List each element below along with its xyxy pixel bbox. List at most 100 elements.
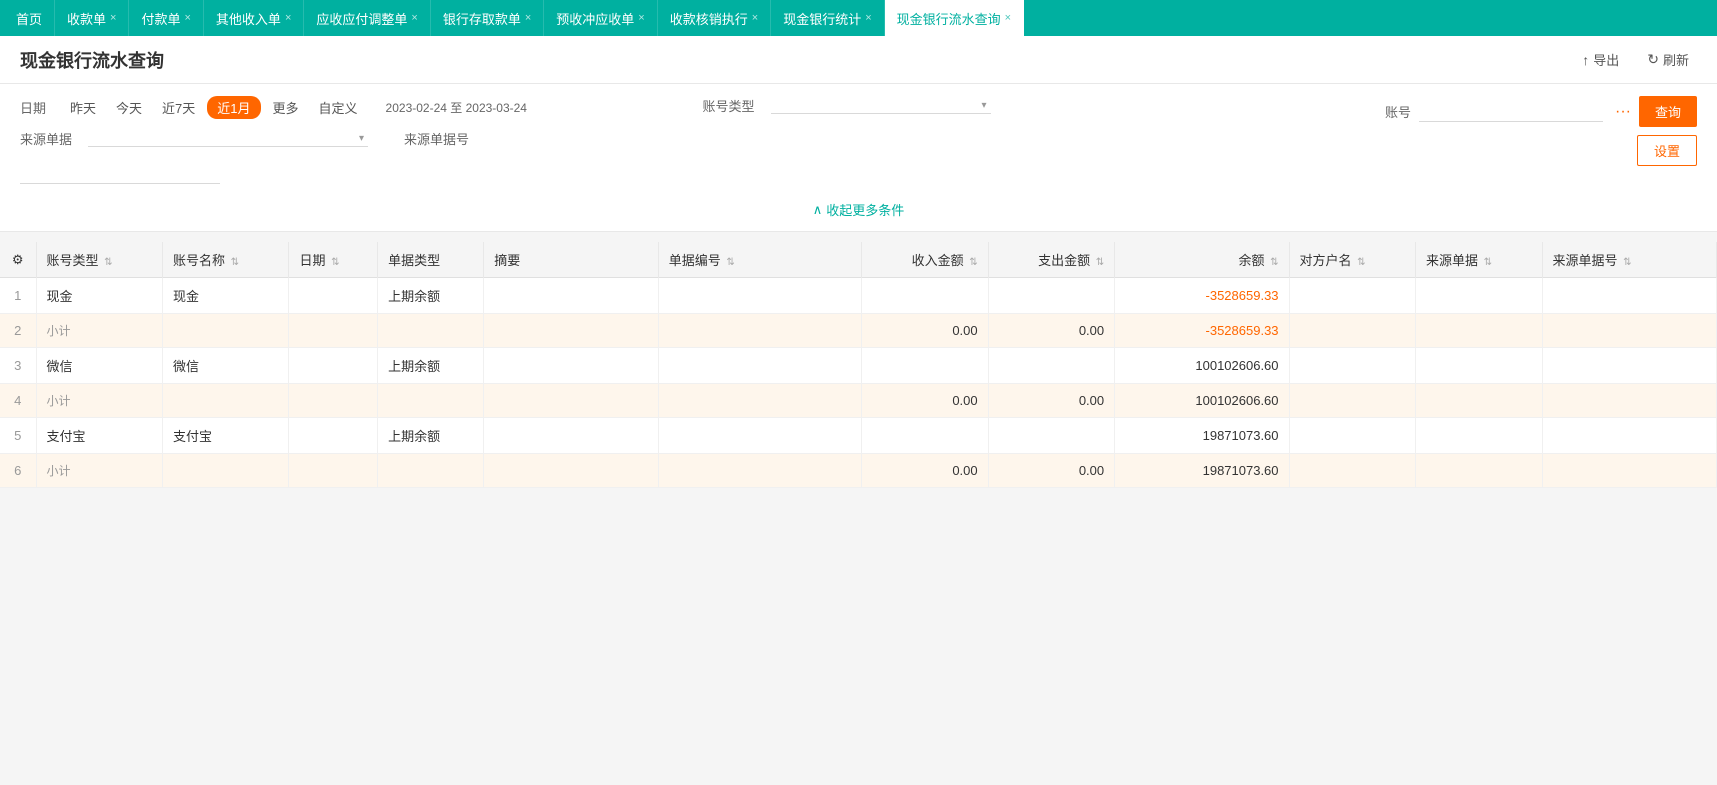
th-income[interactable]: 收入金额 ⇅ [862, 242, 988, 278]
nav-advance-offset[interactable]: 预收冲应收单 × [544, 0, 657, 36]
nav-ar-ap-adjust[interactable]: 应收应付调整单 × [304, 0, 430, 36]
cell-account-name [162, 314, 288, 348]
cell-balance: 19871073.60 [1115, 418, 1289, 454]
nav-cash-bank-flow[interactable]: 现金银行流水查询 × [885, 0, 1024, 36]
cell-date [289, 348, 378, 384]
close-icon[interactable]: × [525, 12, 531, 24]
dots-icon[interactable]: ··· [1615, 103, 1631, 121]
cell-balance: 19871073.60 [1115, 454, 1289, 488]
cell-doc-no [658, 314, 861, 348]
close-icon[interactable]: × [411, 12, 417, 24]
nav-receipt[interactable]: 收款单 × [55, 0, 129, 36]
th-source-doc[interactable]: 来源单据 ⇅ [1416, 242, 1542, 278]
close-icon[interactable]: × [638, 12, 644, 24]
cell-source-doc-no [1542, 278, 1717, 314]
cell-source-doc [1416, 454, 1542, 488]
account-label: 账号 [1385, 102, 1411, 121]
date-opt-1month[interactable]: 近1月 [207, 96, 260, 119]
cell-date [289, 314, 378, 348]
close-icon[interactable]: × [865, 12, 871, 24]
close-icon[interactable]: × [184, 12, 190, 24]
cell-counterpart [1289, 454, 1415, 488]
query-button[interactable]: 查询 [1639, 96, 1697, 127]
th-account-type[interactable]: 账号类型 ⇅ [36, 242, 162, 278]
nav-bank-deposit[interactable]: 银行存取款单 × [431, 0, 544, 36]
cell-doc-no [658, 384, 861, 418]
cell-income: 0.00 [862, 314, 988, 348]
nav-home[interactable]: 首页 [4, 0, 55, 36]
close-icon[interactable]: × [752, 12, 758, 24]
date-opt-today[interactable]: 今天 [108, 96, 150, 119]
table-row[interactable]: 4小计0.000.00100102606.60 [0, 384, 1717, 418]
close-icon[interactable]: × [110, 12, 116, 24]
refresh-button[interactable]: ↻ 刷新 [1639, 46, 1697, 73]
account-input[interactable] [1419, 102, 1603, 122]
source-doc-no-input[interactable] [20, 164, 220, 184]
export-button[interactable]: ↑ 导出 [1574, 46, 1627, 73]
date-opt-custom[interactable]: 自定义 [311, 96, 366, 119]
date-options: 昨天 今天 近7天 近1月 更多 自定义 [62, 96, 366, 119]
table-row[interactable]: 2小计0.000.00-3528659.33 [0, 314, 1717, 348]
th-doc-no[interactable]: 单据编号 ⇅ [658, 242, 861, 278]
th-balance[interactable]: 余额 ⇅ [1115, 242, 1289, 278]
cell-account-name: 现金 [162, 278, 288, 314]
cell-summary [484, 384, 658, 418]
cell-balance: -3528659.33 [1115, 278, 1289, 314]
sort-icon: ⇅ [231, 257, 239, 268]
cell-doc-type: 上期余额 [378, 348, 484, 384]
th-gear[interactable]: ⚙ [0, 242, 36, 278]
cell-doc-no [658, 278, 861, 314]
collapse-bar[interactable]: ∧ 收起更多条件 [20, 194, 1697, 219]
cell-summary [484, 314, 658, 348]
table-row[interactable]: 6小计0.000.0019871073.60 [0, 454, 1717, 488]
data-table: ⚙ 账号类型 ⇅ 账号名称 ⇅ 日期 ⇅ 单据类型 摘要 [0, 242, 1717, 488]
setting-button[interactable]: 设置 [1637, 135, 1697, 166]
cell-expense [988, 348, 1114, 384]
th-doc-type[interactable]: 单据类型 [378, 242, 484, 278]
table-row[interactable]: 5支付宝支付宝上期余额19871073.60 [0, 418, 1717, 454]
cell-account-type: 小计 [36, 454, 162, 488]
nav-cash-bank-stat[interactable]: 现金银行统计 × [771, 0, 884, 36]
cell-summary [484, 348, 658, 384]
cell-source-doc [1416, 348, 1542, 384]
cell-income [862, 418, 988, 454]
cell-date [289, 454, 378, 488]
cell-balance: 100102606.60 [1115, 348, 1289, 384]
gear-icon: ⚙ [12, 252, 24, 267]
row-number: 3 [0, 348, 36, 384]
table-row[interactable]: 1现金现金上期余额-3528659.33 [0, 278, 1717, 314]
th-source-doc-no[interactable]: 来源单据号 ⇅ [1542, 242, 1717, 278]
cell-income [862, 348, 988, 384]
date-opt-yesterday[interactable]: 昨天 [62, 96, 104, 119]
cell-summary [484, 454, 658, 488]
date-opt-7days[interactable]: 近7天 [154, 96, 203, 119]
page-header: 现金银行流水查询 ↑ 导出 ↻ 刷新 [0, 36, 1717, 84]
cell-date [289, 418, 378, 454]
nav-receipt-exec[interactable]: 收款核销执行 × [658, 0, 771, 36]
account-type-select[interactable]: ▾ [771, 98, 991, 114]
cell-balance: -3528659.33 [1115, 314, 1289, 348]
cell-date [289, 278, 378, 314]
cell-doc-type [378, 384, 484, 418]
source-doc-select[interactable]: ▾ [88, 131, 368, 147]
export-icon: ↑ [1582, 52, 1589, 68]
date-range: 2023-02-24 至 2023-03-24 [386, 99, 527, 116]
date-opt-more[interactable]: 更多 [265, 96, 307, 119]
cell-doc-no [658, 348, 861, 384]
close-icon[interactable]: × [285, 12, 291, 24]
cell-summary [484, 418, 658, 454]
nav-other-income[interactable]: 其他收入单 × [204, 0, 304, 36]
top-nav: 首页 收款单 × 付款单 × 其他收入单 × 应收应付调整单 × 银行存取款单 … [0, 0, 1717, 36]
th-account-name[interactable]: 账号名称 ⇅ [162, 242, 288, 278]
cell-doc-type: 上期余额 [378, 278, 484, 314]
th-counterpart[interactable]: 对方户名 ⇅ [1289, 242, 1415, 278]
th-expense[interactable]: 支出金额 ⇅ [988, 242, 1114, 278]
th-summary[interactable]: 摘要 [484, 242, 658, 278]
cell-counterpart [1289, 348, 1415, 384]
nav-payment[interactable]: 付款单 × [129, 0, 203, 36]
table-row[interactable]: 3微信微信上期余额100102606.60 [0, 348, 1717, 384]
th-date[interactable]: 日期 ⇅ [289, 242, 378, 278]
cell-source-doc-no [1542, 348, 1717, 384]
close-icon[interactable]: × [1005, 12, 1011, 24]
cell-source-doc [1416, 314, 1542, 348]
